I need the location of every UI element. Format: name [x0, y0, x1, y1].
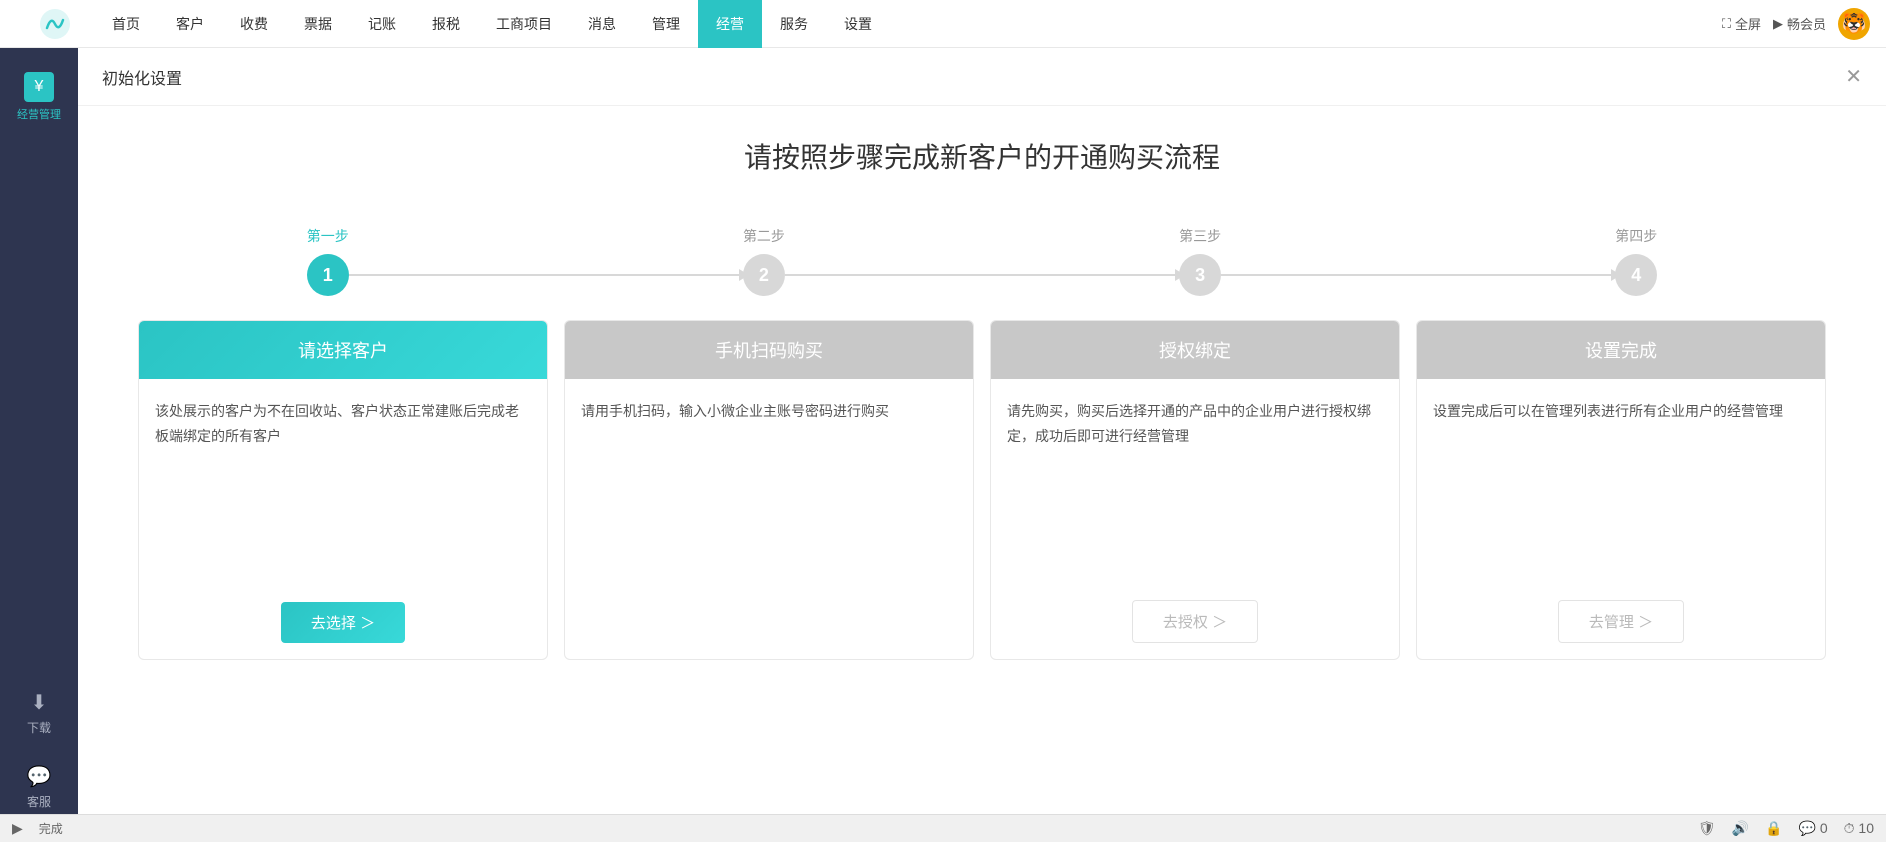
card-body-3: 请先购买，购买后选择开通的产品中的企业用户进行授权绑定，成功后即可进行经营管理	[991, 379, 1399, 584]
shield-icon: 🛡	[1698, 820, 1716, 837]
card-action-btn-1[interactable]: 去选择 ＞	[281, 602, 405, 643]
card-header-3: 授权绑定	[991, 321, 1399, 379]
step-node-4: 第四步 4	[1615, 226, 1657, 296]
step-connector-2-3	[785, 274, 1179, 276]
fullscreen-icon: ⛶	[1722, 16, 1731, 32]
card-footer-4: 去管理 ＞	[1417, 584, 1825, 659]
service-icon: 💬	[27, 764, 52, 789]
fullscreen-btn[interactable]: ⛶ 全屏	[1722, 14, 1761, 33]
step-2-label: 第二步	[743, 226, 785, 246]
page-title: 初始化设置	[102, 65, 182, 89]
step-connector-1-2	[349, 274, 743, 276]
membership-btn[interactable]: ▶ 畅会员	[1773, 14, 1826, 33]
nav-item-工商项目[interactable]: 工商项目	[478, 0, 570, 48]
sidebar-label-service: 客服	[27, 793, 51, 810]
sidebar: ¥ 经营管理 ⬇ 下载 💬 客服	[0, 48, 78, 842]
step-node-3: 第三步 3	[1179, 226, 1221, 296]
play-status-icon: ▶	[12, 820, 23, 837]
wizard-card-2: 手机扫码购买请用手机扫码，输入小微企业主账号密码进行购买	[564, 320, 974, 660]
step-node-2: 第二步 2	[743, 226, 785, 296]
step-3-label: 第三步	[1179, 226, 1221, 246]
wizard-headline: 请按照步骤完成新客户的开通购买流程	[138, 136, 1826, 176]
avatar[interactable]: 🐯	[1838, 8, 1870, 40]
sidebar-label-jingyingguanli: 经营管理	[17, 106, 61, 122]
fullscreen-label: 全屏	[1735, 14, 1761, 33]
lock-icon: 🔒	[1765, 820, 1782, 837]
cards-row: 请选择客户该处展示的客户为不在回收站、客户状态正常建账后完成老板端绑定的所有客户…	[138, 320, 1826, 660]
card-header-4: 设置完成	[1417, 321, 1825, 379]
close-button[interactable]: ✕	[1845, 64, 1862, 89]
wizard-area: 请按照步骤完成新客户的开通购买流程 第一步 1 第二步 2	[78, 106, 1886, 690]
nav-item-票据[interactable]: 票据	[286, 0, 350, 48]
sidebar-label-download: 下载	[27, 719, 51, 736]
main-content: 初始化设置 ✕ 请按照步骤完成新客户的开通购买流程 第一步 1 第二步 2	[78, 48, 1886, 842]
volume-icon: 🔊	[1732, 820, 1749, 837]
step-4-label: 第四步	[1615, 226, 1657, 246]
card-footer-2	[565, 627, 973, 659]
play-icon: ▶	[1773, 16, 1783, 32]
message-count: 💬 0	[1799, 820, 1828, 837]
card-body-4: 设置完成后可以在管理列表进行所有企业用户的经营管理	[1417, 379, 1825, 584]
nav-item-客户[interactable]: 客户	[158, 0, 222, 48]
step-1-label: 第一步	[307, 226, 349, 246]
card-body-1: 该处展示的客户为不在回收站、客户状态正常建账后完成老板端绑定的所有客户	[139, 379, 547, 586]
card-action-btn-3: 去授权 ＞	[1132, 600, 1258, 643]
timer-count: ⏱ 10	[1844, 820, 1874, 837]
step-3-circle: 3	[1179, 254, 1221, 296]
wizard-card-3: 授权绑定请先购买，购买后选择开通的产品中的企业用户进行授权绑定，成功后即可进行经…	[990, 320, 1400, 660]
steps-row-wrapper: 第一步 1 第二步 2 第三步 3	[138, 226, 1826, 296]
card-header-2: 手机扫码购买	[565, 321, 973, 379]
sidebar-item-service[interactable]: 💬 客服	[0, 752, 78, 822]
nav-item-设置[interactable]: 设置	[826, 0, 890, 48]
download-icon: ⬇	[31, 690, 48, 715]
nav-item-服务[interactable]: 服务	[762, 0, 826, 48]
card-action-btn-4: 去管理 ＞	[1558, 600, 1684, 643]
nav-item-经营[interactable]: 经营	[698, 0, 762, 48]
step-2-circle: 2	[743, 254, 785, 296]
wizard-card-1: 请选择客户该处展示的客户为不在回收站、客户状态正常建账后完成老板端绑定的所有客户…	[138, 320, 548, 660]
nav-right: ⛶ 全屏 ▶ 畅会员 🐯	[1722, 8, 1870, 40]
status-text: 完成	[39, 820, 63, 837]
status-bar-right: 🛡 🔊 🔒 💬 0 ⏱ 10	[1698, 820, 1874, 837]
sidebar-item-download[interactable]: ⬇ 下载	[0, 678, 78, 748]
nav-item-收费[interactable]: 收费	[222, 0, 286, 48]
step-node-1: 第一步 1	[307, 226, 349, 296]
card-footer-3: 去授权 ＞	[991, 584, 1399, 659]
nav-item-记账[interactable]: 记账	[350, 0, 414, 48]
page-header: 初始化设置 ✕	[78, 48, 1886, 106]
nav-item-消息[interactable]: 消息	[570, 0, 634, 48]
nav-item-报税[interactable]: 报税	[414, 0, 478, 48]
membership-label: 畅会员	[1787, 14, 1826, 33]
sidebar-item-jingyingguanli[interactable]: ¥ 经营管理	[0, 60, 78, 134]
nav-item-管理[interactable]: 管理	[634, 0, 698, 48]
status-bar: ▶ 完成 🛡 🔊 🔒 💬 0 ⏱ 10	[0, 814, 1886, 842]
nav-item-首页[interactable]: 首页	[94, 0, 158, 48]
yuan-icon: ¥	[24, 72, 54, 102]
card-header-1: 请选择客户	[139, 321, 547, 379]
wizard-card-4: 设置完成设置完成后可以在管理列表进行所有企业用户的经营管理去管理 ＞	[1416, 320, 1826, 660]
step-1-circle: 1	[307, 254, 349, 296]
top-nav: 首页客户收费票据记账报税工商项目消息管理经营服务设置 ⛶ 全屏 ▶ 畅会员 🐯	[0, 0, 1886, 48]
card-body-2: 请用手机扫码，输入小微企业主账号密码进行购买	[565, 379, 973, 627]
nav-items: 首页客户收费票据记账报税工商项目消息管理经营服务设置	[94, 0, 1722, 48]
logo	[16, 8, 94, 40]
card-footer-1: 去选择 ＞	[139, 586, 547, 659]
step-connector-3-4	[1221, 274, 1615, 276]
step-4-circle: 4	[1615, 254, 1657, 296]
